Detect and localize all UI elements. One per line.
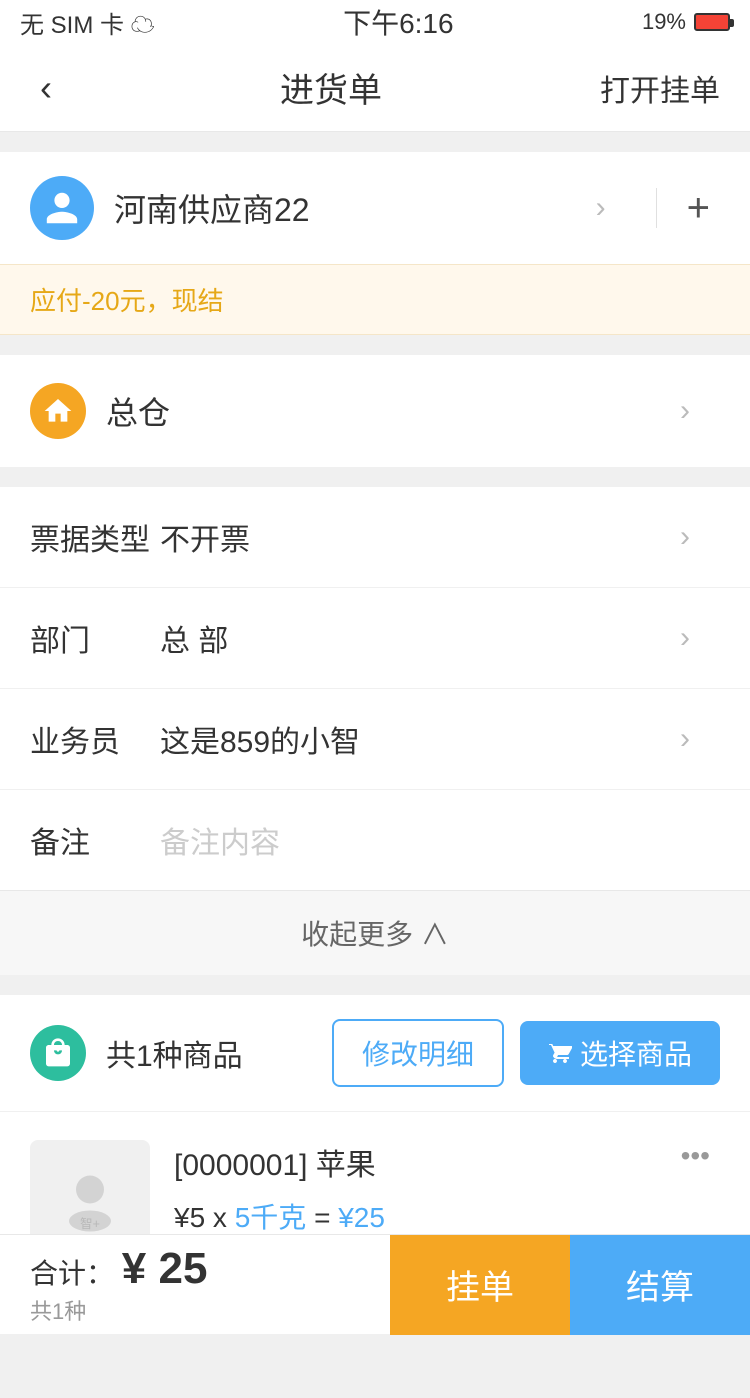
notice-text: 应付-20元，现结 xyxy=(30,286,224,316)
chevron-right-icon: › xyxy=(596,191,606,225)
dept-row[interactable]: 部门 总 部 › xyxy=(0,588,750,689)
checkout-button[interactable]: 结算 xyxy=(570,1235,750,1335)
remark-label: 备注 xyxy=(30,818,150,862)
dept-value: 总 部 xyxy=(150,616,680,660)
sales-chevron-icon: › xyxy=(680,722,690,756)
sales-row[interactable]: 业务员 这是859的小智 › xyxy=(0,689,750,790)
product-price: ¥5 x 5千克 = ¥25 xyxy=(174,1196,671,1236)
divider-1 xyxy=(0,132,750,152)
collapse-button[interactable]: 收起更多 ∧ xyxy=(0,890,750,975)
invoice-chevron-icon: › xyxy=(680,520,690,554)
status-bar: 无 SIM 卡 ☁ 下午6:16 19% xyxy=(0,0,750,44)
total-price: ¥25 xyxy=(338,1202,385,1233)
svg-text:智+: 智+ xyxy=(80,1217,100,1231)
divider-2 xyxy=(0,335,750,355)
home-icon xyxy=(42,395,74,427)
supplier-avatar xyxy=(30,176,94,240)
product-icon xyxy=(30,1025,86,1081)
invoice-row[interactable]: 票据类型 不开票 › xyxy=(0,487,750,588)
quantity: 5千克 xyxy=(235,1202,307,1233)
sim-status: 无 SIM 卡 ☁ xyxy=(20,5,155,40)
dept-chevron-icon: › xyxy=(680,621,690,655)
product-name: [0000001] 苹果 xyxy=(174,1140,671,1184)
add-supplier-button[interactable]: + xyxy=(677,186,720,231)
back-button[interactable]: ‹ xyxy=(30,57,62,119)
unit-price: ¥5 x xyxy=(174,1202,235,1233)
status-time: 下午6:16 xyxy=(343,2,454,42)
product-count: 共1种商品 xyxy=(106,1031,332,1075)
product-code: [0000001] 苹果 xyxy=(174,1149,376,1182)
total-amount: ¥ 25 xyxy=(122,1244,208,1293)
sales-label: 业务员 xyxy=(30,717,150,761)
invoice-value: 不开票 xyxy=(150,515,680,559)
nav-bar: ‹ 进货单 打开挂单 xyxy=(0,44,750,132)
product-placeholder-icon: 智+ xyxy=(55,1165,125,1235)
product-info: [0000001] 苹果 ¥5 x 5千克 = ¥25 xyxy=(174,1140,671,1236)
cart-icon xyxy=(548,1041,572,1065)
hold-button[interactable]: 挂单 xyxy=(390,1235,570,1335)
modify-detail-button[interactable]: 修改明细 xyxy=(332,1019,504,1087)
warehouse-icon xyxy=(30,383,86,439)
warehouse-row[interactable]: 总仓 › xyxy=(0,355,750,467)
collapse-label: 收起更多 ∧ xyxy=(301,919,449,950)
page-title: 进货单 xyxy=(280,63,382,112)
status-left: 无 SIM 卡 ☁ xyxy=(20,5,155,40)
supplier-name: 河南供应商22 xyxy=(114,185,596,231)
battery-percent: 19% xyxy=(642,9,686,35)
vertical-divider xyxy=(656,188,657,228)
product-header: 共1种商品 修改明细 选择商品 xyxy=(0,995,750,1112)
notice-bar: 应付-20元，现结 xyxy=(0,264,750,335)
supplier-right: › + xyxy=(596,186,720,231)
sales-value: 这是859的小智 xyxy=(150,717,680,761)
warehouse-chevron-icon: › xyxy=(680,394,690,428)
person-icon xyxy=(43,189,81,227)
total-count: 共1种 xyxy=(30,1294,360,1326)
supplier-row[interactable]: 河南供应商22 › + xyxy=(0,152,750,264)
equals: = xyxy=(314,1202,338,1233)
total-row: 合计： ¥ 25 xyxy=(30,1244,360,1294)
warehouse-name: 总仓 xyxy=(106,388,680,434)
total-section: 合计： ¥ 25 共1种 xyxy=(0,1244,390,1326)
invoice-label: 票据类型 xyxy=(30,515,150,559)
shopping-bag-icon xyxy=(42,1037,74,1069)
remark-row[interactable]: 备注 备注内容 xyxy=(0,790,750,890)
dept-label: 部门 xyxy=(30,616,150,660)
form-section: 票据类型 不开票 › 部门 总 部 › 业务员 这是859的小智 › 备注 备注… xyxy=(0,487,750,890)
bottom-bar: 合计： ¥ 25 共1种 挂单 结算 xyxy=(0,1234,750,1334)
supplier-section: 河南供应商22 › + 应付-20元，现结 xyxy=(0,152,750,335)
product-more-button[interactable]: ••• xyxy=(671,1140,720,1172)
total-label: 合计： xyxy=(30,1258,114,1289)
status-right: 19% xyxy=(642,9,730,35)
open-hold-button[interactable]: 打开挂单 xyxy=(600,66,720,110)
warehouse-section[interactable]: 总仓 › xyxy=(0,355,750,467)
remark-input[interactable]: 备注内容 xyxy=(150,818,720,862)
select-product-label: 选择商品 xyxy=(580,1033,692,1073)
battery-icon xyxy=(694,13,730,31)
select-product-button[interactable]: 选择商品 xyxy=(520,1021,720,1085)
